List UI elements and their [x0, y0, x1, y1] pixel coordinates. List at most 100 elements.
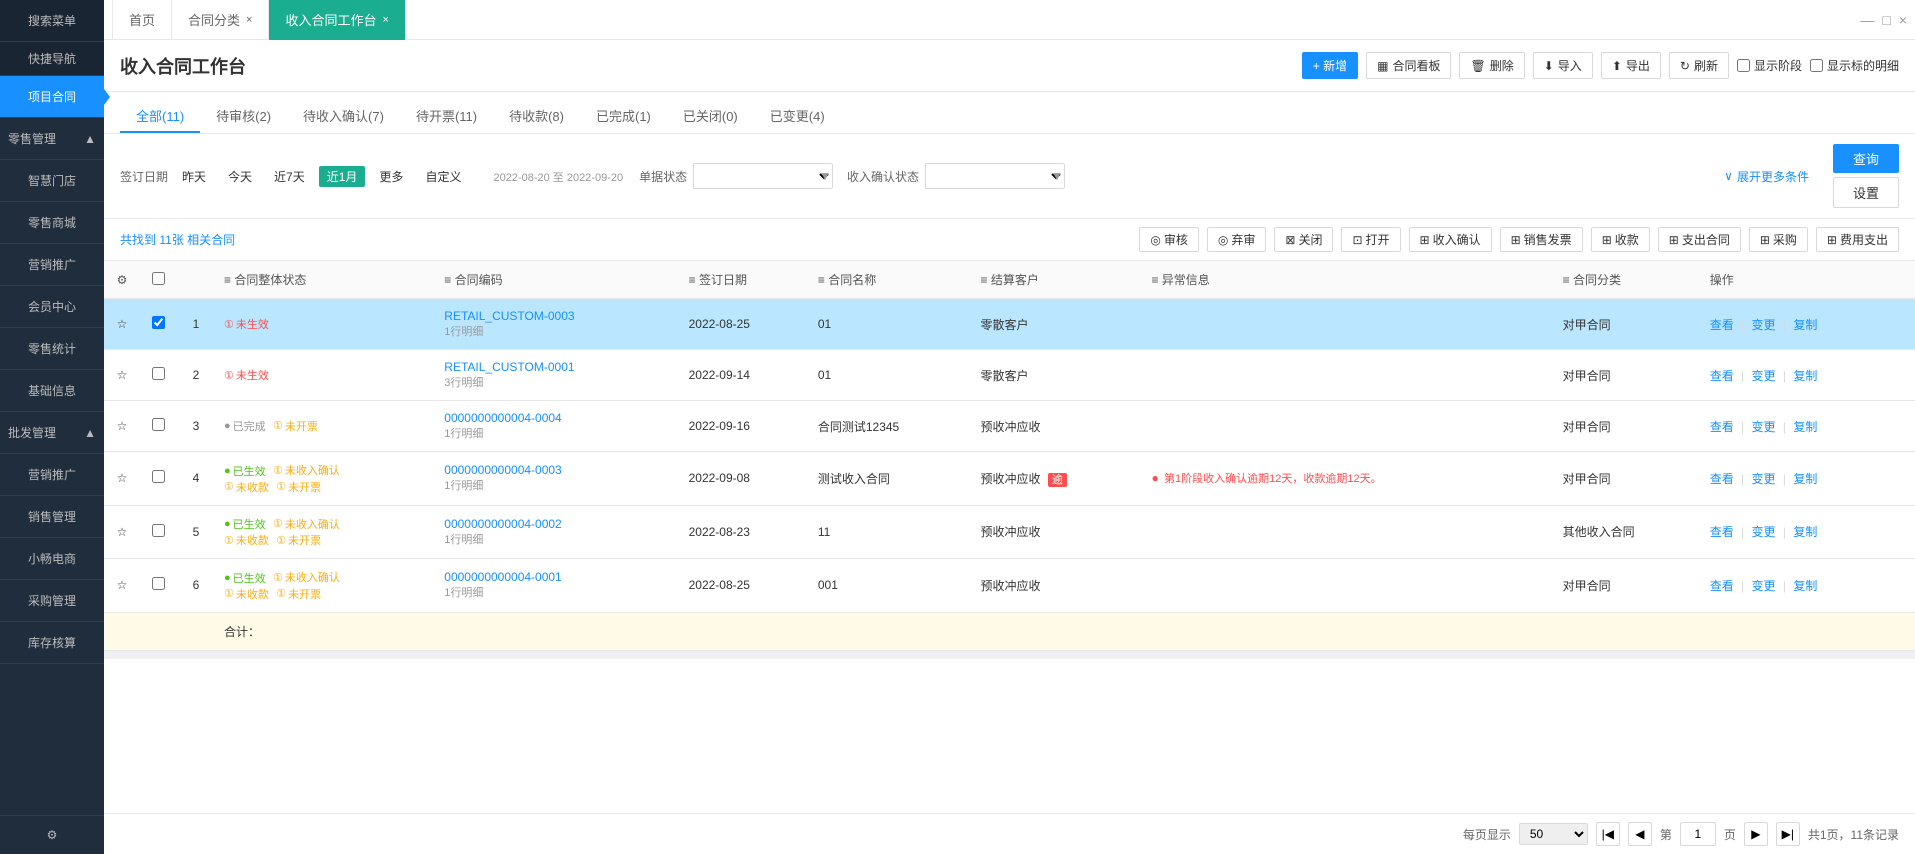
- view-btn-4[interactable]: 查看: [1710, 472, 1734, 486]
- sidebar-item-member[interactable]: 会员中心: [0, 286, 104, 328]
- action-close-btn[interactable]: ⊠ 关闭: [1274, 227, 1333, 252]
- action-review-btn[interactable]: ◎ 审核: [1139, 227, 1199, 252]
- date-btn-custom[interactable]: 自定义: [417, 166, 469, 187]
- refresh-button[interactable]: ↻ 刷新: [1669, 52, 1729, 79]
- date-btn-1month[interactable]: 近1月: [319, 166, 366, 187]
- tab-contract-category[interactable]: 合同分类 ×: [172, 0, 269, 40]
- date-btn-yesterday[interactable]: 昨天: [174, 166, 214, 187]
- contract-code-link-5[interactable]: 0000000000004-0002: [444, 517, 561, 531]
- sidebar-item-inventory[interactable]: 库存核算: [0, 622, 104, 664]
- view-btn-3[interactable]: 查看: [1710, 420, 1734, 434]
- view-btn-6[interactable]: 查看: [1710, 579, 1734, 593]
- row-checkbox-5[interactable]: [140, 505, 176, 559]
- contract-code-link-3[interactable]: 0000000000004-0004: [444, 411, 561, 425]
- filter-setting-button[interactable]: 设置: [1833, 177, 1899, 208]
- copy-btn-3[interactable]: 复制: [1793, 420, 1817, 434]
- edit-btn-6[interactable]: 变更: [1752, 579, 1776, 593]
- filter-tab-all[interactable]: 全部(11): [120, 100, 200, 133]
- copy-btn-2[interactable]: 复制: [1793, 369, 1817, 383]
- sidebar-item-retail-mgmt[interactable]: 零售管理 ▲: [0, 118, 104, 160]
- sidebar-item-purchase-mgmt[interactable]: 采购管理: [0, 580, 104, 622]
- contract-code-link-6[interactable]: 0000000000004-0001: [444, 570, 561, 584]
- action-income-confirm-btn[interactable]: ⊞ 收入确认: [1409, 227, 1492, 252]
- row-setting[interactable]: ☆: [104, 452, 140, 506]
- copy-btn-4[interactable]: 复制: [1793, 472, 1817, 486]
- sidebar-search[interactable]: 搜索菜单: [0, 0, 104, 42]
- edit-btn-1[interactable]: 变更: [1752, 318, 1776, 332]
- prev-page-btn[interactable]: ◀: [1628, 822, 1652, 846]
- query-button[interactable]: 查询: [1833, 144, 1899, 173]
- col-checkbox[interactable]: [140, 261, 176, 299]
- expand-conditions-btn[interactable]: ∨ 展开更多条件: [1724, 168, 1809, 185]
- action-open-btn[interactable]: ⊡ 打开: [1341, 227, 1400, 252]
- copy-btn-6[interactable]: 复制: [1793, 579, 1817, 593]
- sidebar-item-ecommerce[interactable]: 小畅电商: [0, 538, 104, 580]
- h-scrollbar[interactable]: [104, 651, 1915, 659]
- sidebar-item-marketing[interactable]: 营销推广: [0, 244, 104, 286]
- first-page-btn[interactable]: |◀: [1596, 822, 1620, 846]
- filter-tab-pending-review[interactable]: 待审核(2): [200, 100, 287, 133]
- row-setting[interactable]: ☆: [104, 350, 140, 401]
- sidebar-item-retail-mall[interactable]: 零售商城: [0, 202, 104, 244]
- per-page-select[interactable]: 50 10 20 100: [1519, 823, 1588, 845]
- tab-close-contract-category[interactable]: ×: [246, 14, 252, 26]
- next-page-btn[interactable]: ▶: [1744, 822, 1768, 846]
- last-page-btn[interactable]: ▶|: [1776, 822, 1800, 846]
- row-setting[interactable]: ☆: [104, 299, 140, 350]
- contract-code-link-4[interactable]: 0000000000004-0003: [444, 463, 561, 477]
- row-checkbox-2[interactable]: [140, 350, 176, 401]
- tab-income-workbench[interactable]: 收入合同工作台 ×: [269, 0, 405, 40]
- row-setting[interactable]: ☆: [104, 559, 140, 613]
- tab-close-income-workbench[interactable]: ×: [382, 14, 388, 26]
- doc-status-select[interactable]: [693, 163, 833, 189]
- date-btn-today[interactable]: 今天: [220, 166, 260, 187]
- tab-home[interactable]: 首页: [112, 0, 172, 40]
- col-setting[interactable]: ⚙: [104, 261, 140, 299]
- filter-tab-changed[interactable]: 已变更(4): [754, 100, 841, 133]
- confirm-status-select[interactable]: [925, 163, 1065, 189]
- import-button[interactable]: ⬇ 导入: [1533, 52, 1593, 79]
- copy-btn-1[interactable]: 复制: [1793, 318, 1817, 332]
- sidebar-item-wholesale-mgmt[interactable]: 批发管理 ▲: [0, 412, 104, 454]
- delete-button[interactable]: 🗑 删除: [1459, 52, 1524, 79]
- sidebar-settings[interactable]: ⚙: [0, 815, 104, 854]
- filter-tab-pending-confirm[interactable]: 待收入确认(7): [287, 100, 400, 133]
- copy-btn-5[interactable]: 复制: [1793, 525, 1817, 539]
- row-checkbox-6[interactable]: [140, 559, 176, 613]
- edit-btn-5[interactable]: 变更: [1752, 525, 1776, 539]
- sidebar-item-smart-store[interactable]: 智慧门店: [0, 160, 104, 202]
- edit-btn-3[interactable]: 变更: [1752, 420, 1776, 434]
- row-setting[interactable]: ☆: [104, 505, 140, 559]
- action-purchase-btn[interactable]: ⊞ 采购: [1749, 227, 1808, 252]
- row-checkbox-1[interactable]: [140, 299, 176, 350]
- sidebar-item-marketing2[interactable]: 营销推广: [0, 454, 104, 496]
- contract-code-link-1[interactable]: RETAIL_CUSTOM-0003: [444, 309, 574, 323]
- sidebar-item-retail-stats[interactable]: 零售统计: [0, 328, 104, 370]
- action-expense-btn[interactable]: ⊞ 费用支出: [1816, 227, 1899, 252]
- view-btn-2[interactable]: 查看: [1710, 369, 1734, 383]
- filter-tab-closed[interactable]: 已关闭(0): [667, 100, 754, 133]
- export-button[interactable]: ⬆ 导出: [1601, 52, 1661, 79]
- sidebar-nav[interactable]: 快捷导航: [0, 42, 104, 76]
- filter-tab-pending-payment[interactable]: 待收款(8): [493, 100, 580, 133]
- edit-btn-2[interactable]: 变更: [1752, 369, 1776, 383]
- show-detail-checkbox[interactable]: 显示标的明细: [1810, 57, 1899, 74]
- close-icon[interactable]: ×: [1899, 12, 1907, 28]
- date-btn-more[interactable]: 更多: [371, 166, 411, 187]
- maximize-icon[interactable]: □: [1882, 12, 1890, 28]
- show-stage-checkbox[interactable]: 显示阶段: [1737, 57, 1802, 74]
- row-setting[interactable]: ☆: [104, 401, 140, 452]
- action-payment-btn[interactable]: ⊞ 收款: [1591, 227, 1650, 252]
- sidebar-item-project-contract[interactable]: 项目合同: [0, 76, 104, 118]
- edit-btn-4[interactable]: 变更: [1752, 472, 1776, 486]
- action-invoice-btn[interactable]: ⊞ 销售发票: [1500, 227, 1583, 252]
- contract-code-link-2[interactable]: RETAIL_CUSTOM-0001: [444, 360, 574, 374]
- filter-tab-pending-invoice[interactable]: 待开票(11): [400, 100, 493, 133]
- view-btn-1[interactable]: 查看: [1710, 318, 1734, 332]
- row-checkbox-3[interactable]: [140, 401, 176, 452]
- sidebar-item-base-info[interactable]: 基础信息: [0, 370, 104, 412]
- date-btn-7days[interactable]: 近7天: [266, 166, 313, 187]
- action-expense-contract-btn[interactable]: ⊞ 支出合同: [1658, 227, 1741, 252]
- show-detail-input[interactable]: [1810, 59, 1823, 72]
- minimize-icon[interactable]: —: [1860, 12, 1874, 28]
